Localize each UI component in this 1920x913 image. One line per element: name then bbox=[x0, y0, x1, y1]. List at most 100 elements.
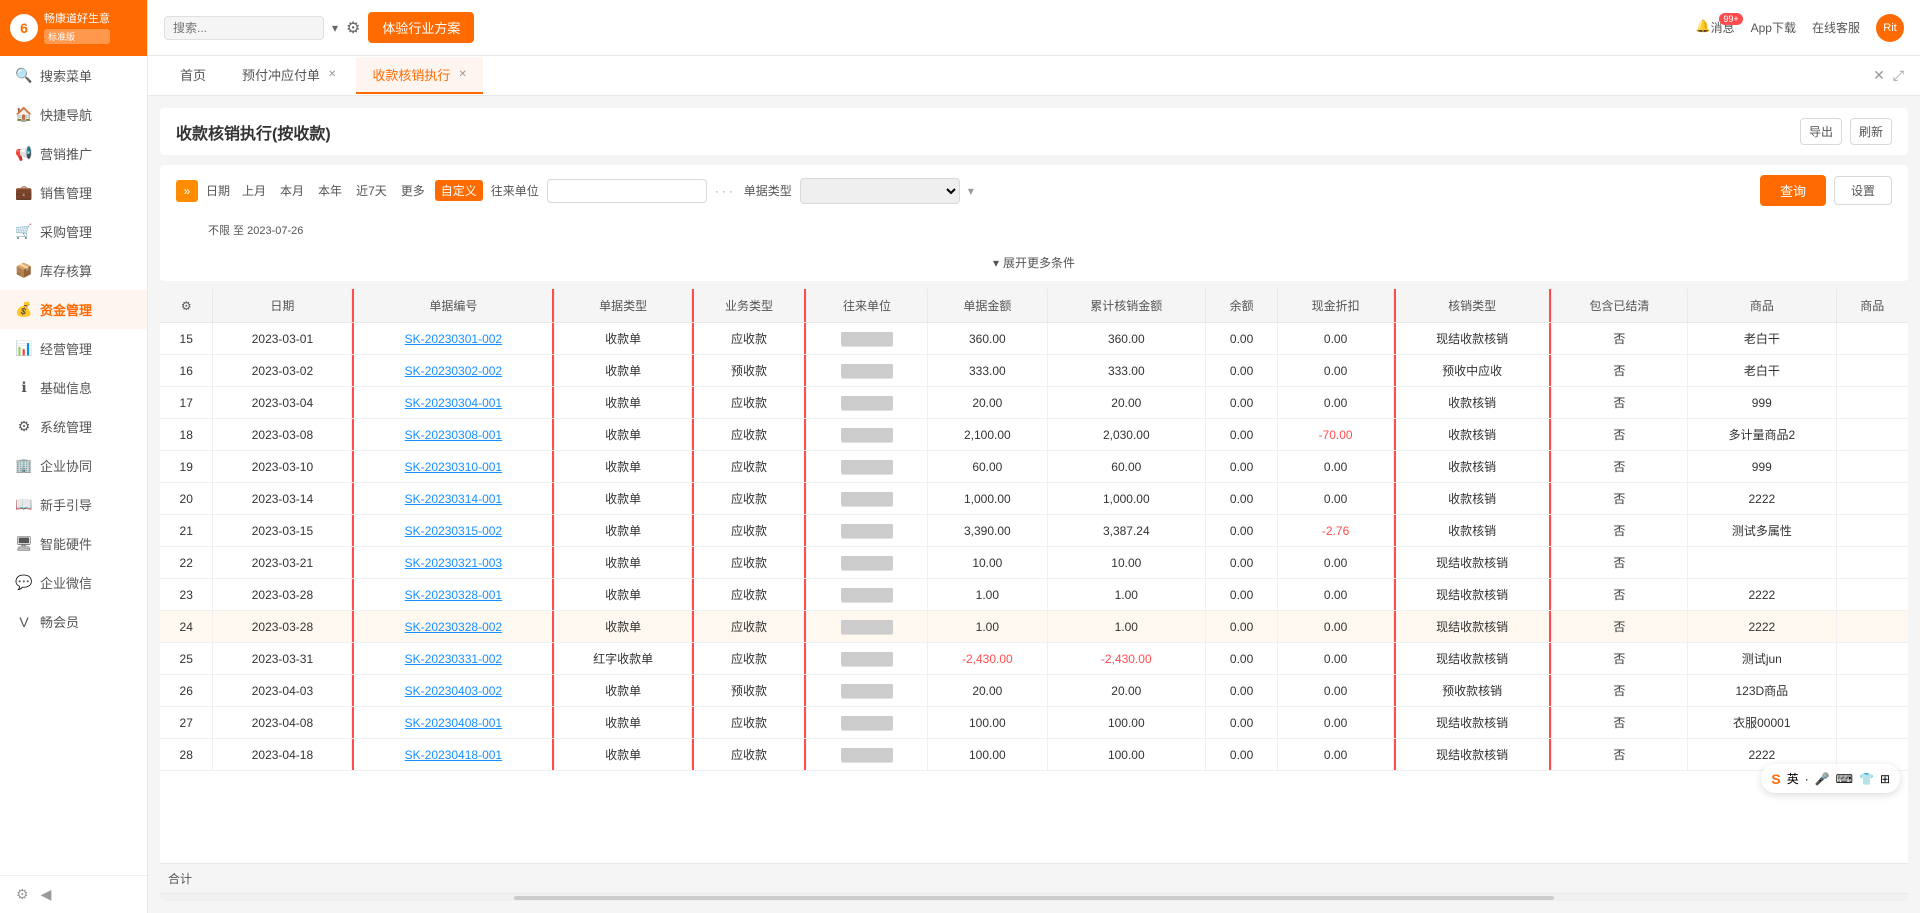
col-header-biz_type[interactable]: 业务类型 bbox=[691, 289, 806, 323]
mic-icon[interactable]: 🎤 bbox=[1815, 772, 1830, 786]
sidebar-label-sales: 销售管理 bbox=[40, 183, 92, 202]
sidebar-item-corp[interactable]: 🏢企业协同 bbox=[0, 446, 147, 485]
cell-write_off_type: 收款核销 bbox=[1393, 451, 1551, 483]
solution-btn[interactable]: 体验行业方案 bbox=[368, 12, 474, 43]
cell-write_off_type: 预收款核销 bbox=[1393, 675, 1551, 707]
sidebar-item-basic[interactable]: ℹ基础信息 bbox=[0, 368, 147, 407]
cell-amount: 3,390.00 bbox=[927, 515, 1047, 547]
tab-close-receivable[interactable]: ✕ bbox=[458, 69, 466, 80]
col-header-date[interactable]: 日期 bbox=[213, 289, 352, 323]
app-download-link[interactable]: App下载 bbox=[1751, 19, 1796, 36]
sidebar-item-sales[interactable]: 💼销售管理 bbox=[0, 173, 147, 212]
col-header-cash_discount[interactable]: 现金折扣 bbox=[1278, 289, 1393, 323]
cell-voucher_type: 收款单 bbox=[555, 515, 692, 547]
tab-close-payable[interactable]: ✕ bbox=[328, 69, 336, 80]
counterpart-input[interactable] bbox=[547, 179, 707, 203]
filter-toggle-btn[interactable]: » bbox=[176, 180, 198, 202]
grid-icon[interactable]: ⊞ bbox=[1880, 772, 1890, 786]
cell-biz_type: 应收款 bbox=[691, 707, 806, 739]
user-avatar[interactable]: Rit bbox=[1876, 14, 1904, 42]
page-header: 收款核销执行(按收款) 导出 刷新 bbox=[160, 108, 1908, 155]
topbar-search-input[interactable] bbox=[164, 16, 324, 40]
online-service-link[interactable]: 在线客服 bbox=[1812, 19, 1860, 36]
expand-tabs-icon[interactable]: ⤢ bbox=[1893, 67, 1904, 84]
tabs-actions: ✕ ⤢ bbox=[1873, 67, 1904, 84]
settings-icon[interactable]: ⚙ bbox=[16, 886, 29, 903]
col-header-write_off_type[interactable]: 核销类型 bbox=[1393, 289, 1551, 323]
col-header-voucher_no[interactable]: 单据编号 bbox=[352, 289, 555, 323]
sidebar-item-inventory[interactable]: 📦库存核算 bbox=[0, 251, 147, 290]
tab-receivable[interactable]: 收款核销执行✕ bbox=[356, 57, 482, 94]
cell-biz_type: 应收款 bbox=[691, 419, 806, 451]
cell-voucher_no: SK-20230315-002 bbox=[352, 515, 555, 547]
topbar-gear-icon[interactable]: ⚙ bbox=[346, 18, 360, 38]
settings-btn[interactable]: 设置 bbox=[1834, 176, 1892, 205]
tab-home[interactable]: 首页 bbox=[164, 57, 222, 94]
collapse-icon[interactable]: ◀ bbox=[41, 886, 52, 903]
message-area[interactable]: 🔔 消息 99+ bbox=[1696, 19, 1735, 36]
cell-balance: 0.00 bbox=[1205, 483, 1278, 515]
col-header-counterpart[interactable]: 往来单位 bbox=[807, 289, 928, 323]
sidebar-item-hardware[interactable]: 🖥智能硬件 bbox=[0, 524, 147, 563]
scroll-bar-area[interactable] bbox=[160, 893, 1908, 901]
cell-voucher_type: 红字收款单 bbox=[555, 643, 692, 675]
cell-date: 2023-03-21 bbox=[213, 547, 352, 579]
col-header-include_settled[interactable]: 包含已结清 bbox=[1551, 289, 1688, 323]
sidebar-item-system[interactable]: ⚙系统管理 bbox=[0, 407, 147, 446]
query-btn[interactable]: 查询 bbox=[1760, 175, 1826, 206]
cell-voucher_no: SK-20230321-003 bbox=[352, 547, 555, 579]
col-header-settings[interactable]: ⚙ bbox=[160, 289, 213, 323]
date-more[interactable]: 更多 bbox=[397, 180, 429, 201]
sidebar-item-search[interactable]: 🔍搜索菜单 bbox=[0, 56, 147, 95]
col-header-balance[interactable]: 余额 bbox=[1205, 289, 1278, 323]
cell-amount: 100.00 bbox=[927, 739, 1047, 771]
cell-include_settled: 否 bbox=[1551, 323, 1688, 355]
cell-balance: 0.00 bbox=[1205, 547, 1278, 579]
col-header-amount[interactable]: 单据金额 bbox=[927, 289, 1047, 323]
sidebar-item-quick[interactable]: 🏠快捷导航 bbox=[0, 95, 147, 134]
export-btn[interactable]: 导出 bbox=[1800, 118, 1842, 145]
sidebar-item-wechat[interactable]: 💬企业微信 bbox=[0, 563, 147, 602]
sidebar-item-marketing[interactable]: 📢营销推广 bbox=[0, 134, 147, 173]
sidebar-item-capital[interactable]: 💰资金管理 bbox=[0, 290, 147, 329]
expand-conditions-btn[interactable]: ▾ 展开更多条件 bbox=[993, 254, 1075, 271]
date-last-month[interactable]: 上月 bbox=[238, 180, 270, 201]
date-7days[interactable]: 近7天 bbox=[352, 180, 391, 201]
tab-payable[interactable]: 预付冲应付单✕ bbox=[226, 57, 352, 94]
date-this-year[interactable]: 本年 bbox=[314, 180, 346, 201]
shirt-icon[interactable]: 👕 bbox=[1859, 772, 1874, 786]
cell-date: 2023-03-08 bbox=[213, 419, 352, 451]
col-header-cum_amount[interactable]: 累计核销金额 bbox=[1047, 289, 1205, 323]
refresh-btn[interactable]: 刷新 bbox=[1850, 118, 1892, 145]
sidebar-item-operation[interactable]: 📊经营管理 bbox=[0, 329, 147, 368]
col-header-product2[interactable]: 商品 bbox=[1836, 289, 1908, 323]
topbar-dropdown-icon[interactable]: ▾ bbox=[332, 21, 338, 35]
sidebar-item-member[interactable]: V畅会员 bbox=[0, 602, 147, 641]
sidebar-item-guide[interactable]: 📖新手引导 bbox=[0, 485, 147, 524]
cell-amount: 1.00 bbox=[927, 579, 1047, 611]
page-actions: 导出 刷新 bbox=[1800, 118, 1892, 145]
logo-badge: 标准版 bbox=[44, 29, 110, 44]
cell-voucher_no: SK-20230328-001 bbox=[352, 579, 555, 611]
cell-no: 22 bbox=[160, 547, 213, 579]
cell-write_off_type: 预收中应收 bbox=[1393, 355, 1551, 387]
sidebar-item-purchase[interactable]: 🛒采购管理 bbox=[0, 212, 147, 251]
sidebar-label-inventory: 库存核算 bbox=[40, 261, 92, 280]
date-this-month[interactable]: 本月 bbox=[276, 180, 308, 201]
close-tab-icon[interactable]: ✕ bbox=[1873, 67, 1885, 84]
keyboard-icon[interactable]: ⌨ bbox=[1836, 772, 1853, 786]
col-header-voucher_type[interactable]: 单据类型 bbox=[555, 289, 692, 323]
date-custom[interactable]: 自定义 bbox=[435, 180, 483, 201]
cell-product: 老白干 bbox=[1688, 323, 1836, 355]
voucher-type-select[interactable] bbox=[800, 178, 960, 204]
cell-product: 123D商品 bbox=[1688, 675, 1836, 707]
cell-write_off_type: 收款核销 bbox=[1393, 387, 1551, 419]
cell-include_settled: 否 bbox=[1551, 483, 1688, 515]
cell-cash_discount: 0.00 bbox=[1278, 707, 1393, 739]
cell-voucher_no: SK-20230403-002 bbox=[352, 675, 555, 707]
cell-balance: 0.00 bbox=[1205, 419, 1278, 451]
watermark-s-icon: S bbox=[1771, 771, 1780, 787]
cell-product: 2222 bbox=[1688, 611, 1836, 643]
col-header-product[interactable]: 商品 bbox=[1688, 289, 1836, 323]
table-wrap[interactable]: ⚙日期单据编号单据类型业务类型往来单位单据金额累计核销金额余额现金折扣核销类型包… bbox=[160, 289, 1908, 863]
